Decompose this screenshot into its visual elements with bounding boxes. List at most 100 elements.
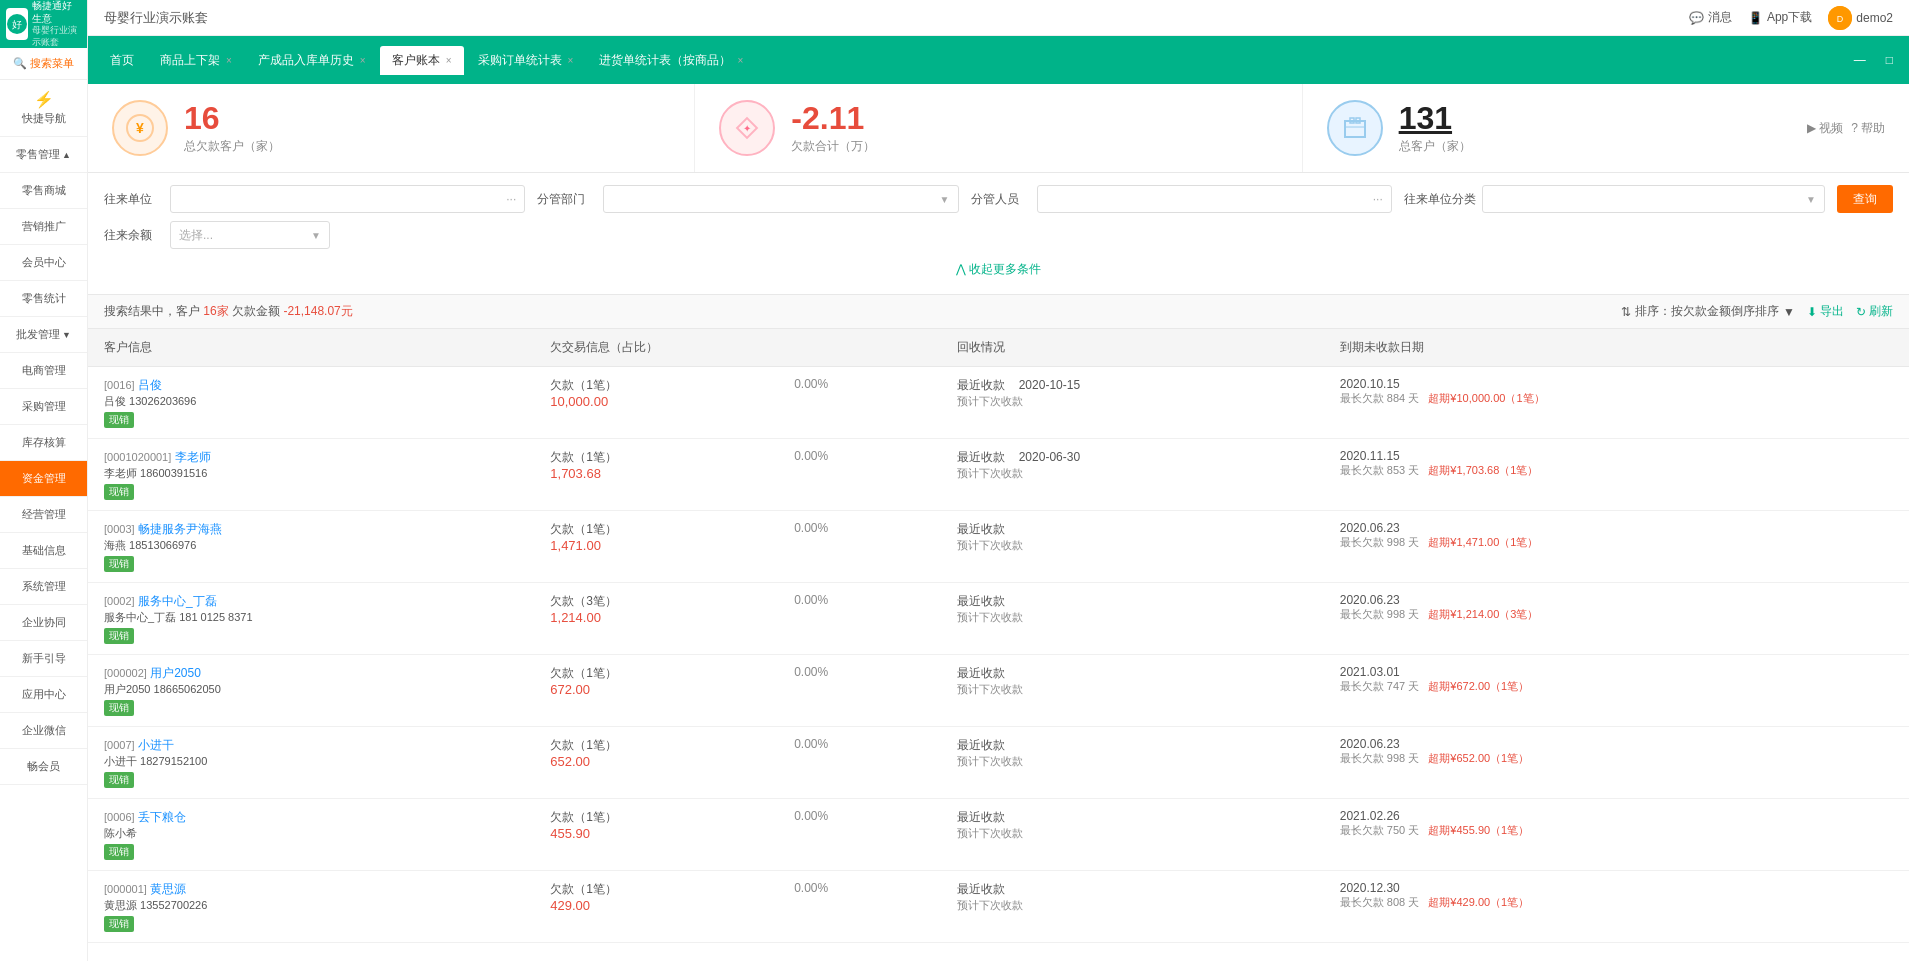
tab-close-customer-account[interactable]: × bbox=[446, 55, 452, 66]
summary-card2-info: -2.11 欠款合计（万） bbox=[791, 102, 875, 155]
sidebar-item-basic[interactable]: 基础信息 bbox=[0, 533, 87, 569]
customer-tag: 现销 bbox=[104, 700, 134, 716]
debt-amount[interactable]: 429.00 bbox=[550, 898, 762, 913]
overdue-amount[interactable]: 超期¥1,214.00（3笔） bbox=[1428, 608, 1538, 620]
customer-info-cell: [0001020001] 李老师 李老师 18600391516 现销 bbox=[88, 439, 534, 511]
customer-name-link[interactable]: 服务中心_丁磊 bbox=[138, 594, 217, 608]
filter-balance-label: 往来余额 bbox=[104, 227, 164, 244]
export-button[interactable]: ⬇ 导出 bbox=[1807, 303, 1844, 320]
query-button[interactable]: 查询 bbox=[1837, 185, 1893, 213]
help-button[interactable]: ? 帮助 bbox=[1851, 120, 1885, 137]
debt-info-cell: 欠款（1笔） 455.90 bbox=[534, 799, 778, 871]
sidebar-item-inventory[interactable]: 库存核算 bbox=[0, 425, 87, 461]
view-button[interactable]: ▶ 视频 bbox=[1807, 120, 1843, 137]
customer-name-link[interactable]: 吕俊 bbox=[138, 378, 162, 392]
tab-customer-account[interactable]: 客户账本 × bbox=[380, 46, 464, 75]
customer-tag: 现销 bbox=[104, 628, 134, 644]
debt-ratio: 0.00% bbox=[794, 665, 925, 679]
maximize-button[interactable]: □ bbox=[1880, 51, 1899, 69]
customer-name-link[interactable]: 畅捷服务尹海燕 bbox=[138, 522, 222, 536]
debt-info-cell: 欠款（3笔） 1,214.00 bbox=[534, 583, 778, 655]
tab-close-product-history[interactable]: × bbox=[360, 55, 366, 66]
due-date: 2021.02.26 bbox=[1340, 809, 1893, 823]
user-avatar[interactable]: D demo2 bbox=[1828, 6, 1893, 30]
overdue-amount[interactable]: 超期¥455.90（1笔） bbox=[1428, 824, 1529, 836]
debt-info-cell: 欠款（1笔） 429.00 bbox=[534, 871, 778, 943]
debt-ratio-cell: 0.00% bbox=[778, 367, 941, 439]
sidebar-item-batch-mgmt[interactable]: 批发管理 ▼ bbox=[0, 317, 87, 353]
dept-select[interactable]: ▼ bbox=[603, 185, 958, 213]
sidebar-item-enterprise[interactable]: 企业协同 bbox=[0, 605, 87, 641]
debt-ratio: 0.00% bbox=[794, 593, 925, 607]
customer-name-link[interactable]: 小进干 bbox=[138, 738, 174, 752]
tab-product-offline[interactable]: 商品上下架 × bbox=[148, 46, 244, 75]
supplier-input[interactable]: ··· bbox=[170, 185, 525, 213]
customer-name-link[interactable]: 李老师 bbox=[175, 450, 211, 464]
svg-text:✦: ✦ bbox=[743, 123, 751, 134]
sidebar-item-marketing[interactable]: 营销推广 bbox=[0, 209, 87, 245]
sidebar-item-retail-mall[interactable]: 零售商城 bbox=[0, 173, 87, 209]
minimize-button[interactable]: — bbox=[1848, 51, 1872, 69]
sort-select[interactable]: ⇅ 排序：按欠款金额倒序排序 ▼ bbox=[1621, 303, 1795, 320]
balance-select[interactable]: 选择... ▼ bbox=[170, 221, 330, 249]
customer-code: [000001] bbox=[104, 883, 147, 895]
debt-amount[interactable]: 10,000.00 bbox=[550, 394, 762, 409]
chevron-down-icon: ▲ bbox=[62, 150, 71, 160]
app-download-button[interactable]: 📱 App下载 bbox=[1748, 9, 1812, 26]
tab-close-purchase-order[interactable]: × bbox=[568, 55, 574, 66]
refresh-button[interactable]: ↻ 刷新 bbox=[1856, 303, 1893, 320]
debt-amount[interactable]: 652.00 bbox=[550, 754, 762, 769]
debt-amount[interactable]: 1,471.00 bbox=[550, 538, 762, 553]
tab-close-purchase-stat[interactable]: × bbox=[737, 55, 743, 66]
sidebar-item-wx[interactable]: 企业微信 bbox=[0, 713, 87, 749]
sidebar-item-finance[interactable]: 资金管理 bbox=[0, 461, 87, 497]
overdue-amount[interactable]: 超期¥429.00（1笔） bbox=[1428, 896, 1529, 908]
sidebar-search[interactable]: 🔍 搜索菜单 bbox=[0, 48, 87, 80]
table-row: [000002] 用户2050 用户2050 18665062050 现销 欠款… bbox=[88, 655, 1909, 727]
search-icon: 🔍 bbox=[13, 57, 27, 69]
sidebar-item-operation[interactable]: 经营管理 bbox=[0, 497, 87, 533]
chevron-down-icon-batch: ▼ bbox=[62, 330, 71, 340]
tab-purchase-stat[interactable]: 进货单统计表（按商品） × bbox=[587, 46, 755, 75]
sidebar-item-retail-stat[interactable]: 零售统计 bbox=[0, 281, 87, 317]
message-button[interactable]: 💬 消息 bbox=[1689, 9, 1732, 26]
tab-home[interactable]: 首页 bbox=[98, 46, 146, 75]
sidebar-item-vip[interactable]: 畅会员 bbox=[0, 749, 87, 785]
customer-name-link[interactable]: 黄思源 bbox=[150, 882, 186, 896]
sidebar-item-ecommerce[interactable]: 电商管理 bbox=[0, 353, 87, 389]
category-select[interactable]: ▼ bbox=[1482, 185, 1825, 213]
sidebar-item-newbie[interactable]: 新手引导 bbox=[0, 641, 87, 677]
sidebar-item-retail-mgmt[interactable]: 零售管理 ▲ bbox=[0, 137, 87, 173]
overdue-amount[interactable]: 超期¥1,471.00（1笔） bbox=[1428, 536, 1538, 548]
filter-row-2: 往来余额 选择... ▼ bbox=[104, 221, 1893, 249]
last-collection-label: 最近收款 2020-10-15 bbox=[957, 377, 1307, 394]
sidebar-item-app-center[interactable]: 应用中心 bbox=[0, 677, 87, 713]
overdue-amount[interactable]: 超期¥672.00（1笔） bbox=[1428, 680, 1529, 692]
debt-amount[interactable]: 1,214.00 bbox=[550, 610, 762, 625]
collapse-button[interactable]: ⋀ 收起更多条件 bbox=[104, 257, 1893, 282]
filter-person-label: 分管人员 bbox=[971, 191, 1031, 208]
debt-amount[interactable]: 672.00 bbox=[550, 682, 762, 697]
customer-name-link[interactable]: 用户2050 bbox=[150, 666, 201, 680]
overdue-amount[interactable]: 超期¥10,000.00（1笔） bbox=[1428, 392, 1544, 404]
customer-code: [0001020001] bbox=[104, 451, 171, 463]
overdue-amount[interactable]: 超期¥1,703.68（1笔） bbox=[1428, 464, 1538, 476]
sidebar-item-system[interactable]: 系统管理 bbox=[0, 569, 87, 605]
sidebar-item-member[interactable]: 会员中心 bbox=[0, 245, 87, 281]
sidebar-item-quick-nav[interactable]: ⚡ 快捷导航 bbox=[0, 80, 87, 137]
tab-close-product-offline[interactable]: × bbox=[226, 55, 232, 66]
quick-nav-icon: ⚡ bbox=[4, 90, 83, 109]
debt-amount[interactable]: 1,703.68 bbox=[550, 466, 762, 481]
customer-name-link[interactable]: 丢下粮仓 bbox=[138, 810, 186, 824]
tab-product-history[interactable]: 产成品入库单历史 × bbox=[246, 46, 378, 75]
person-input[interactable]: ··· bbox=[1037, 185, 1392, 213]
tab-purchase-order[interactable]: 采购订单统计表 × bbox=[466, 46, 586, 75]
due-date: 2020.06.23 bbox=[1340, 521, 1893, 535]
overdue-amount[interactable]: 超期¥652.00（1笔） bbox=[1428, 752, 1529, 764]
debt-ratio-cell: 0.00% bbox=[778, 799, 941, 871]
collapse-icon: ⋀ bbox=[956, 262, 969, 276]
debt-amount[interactable]: 455.90 bbox=[550, 826, 762, 841]
collection-cell: 最近收款 2020-10-15 预计下次收款 bbox=[941, 367, 1323, 439]
sidebar-item-purchase[interactable]: 采购管理 bbox=[0, 389, 87, 425]
due-date: 2020.10.15 bbox=[1340, 377, 1893, 391]
